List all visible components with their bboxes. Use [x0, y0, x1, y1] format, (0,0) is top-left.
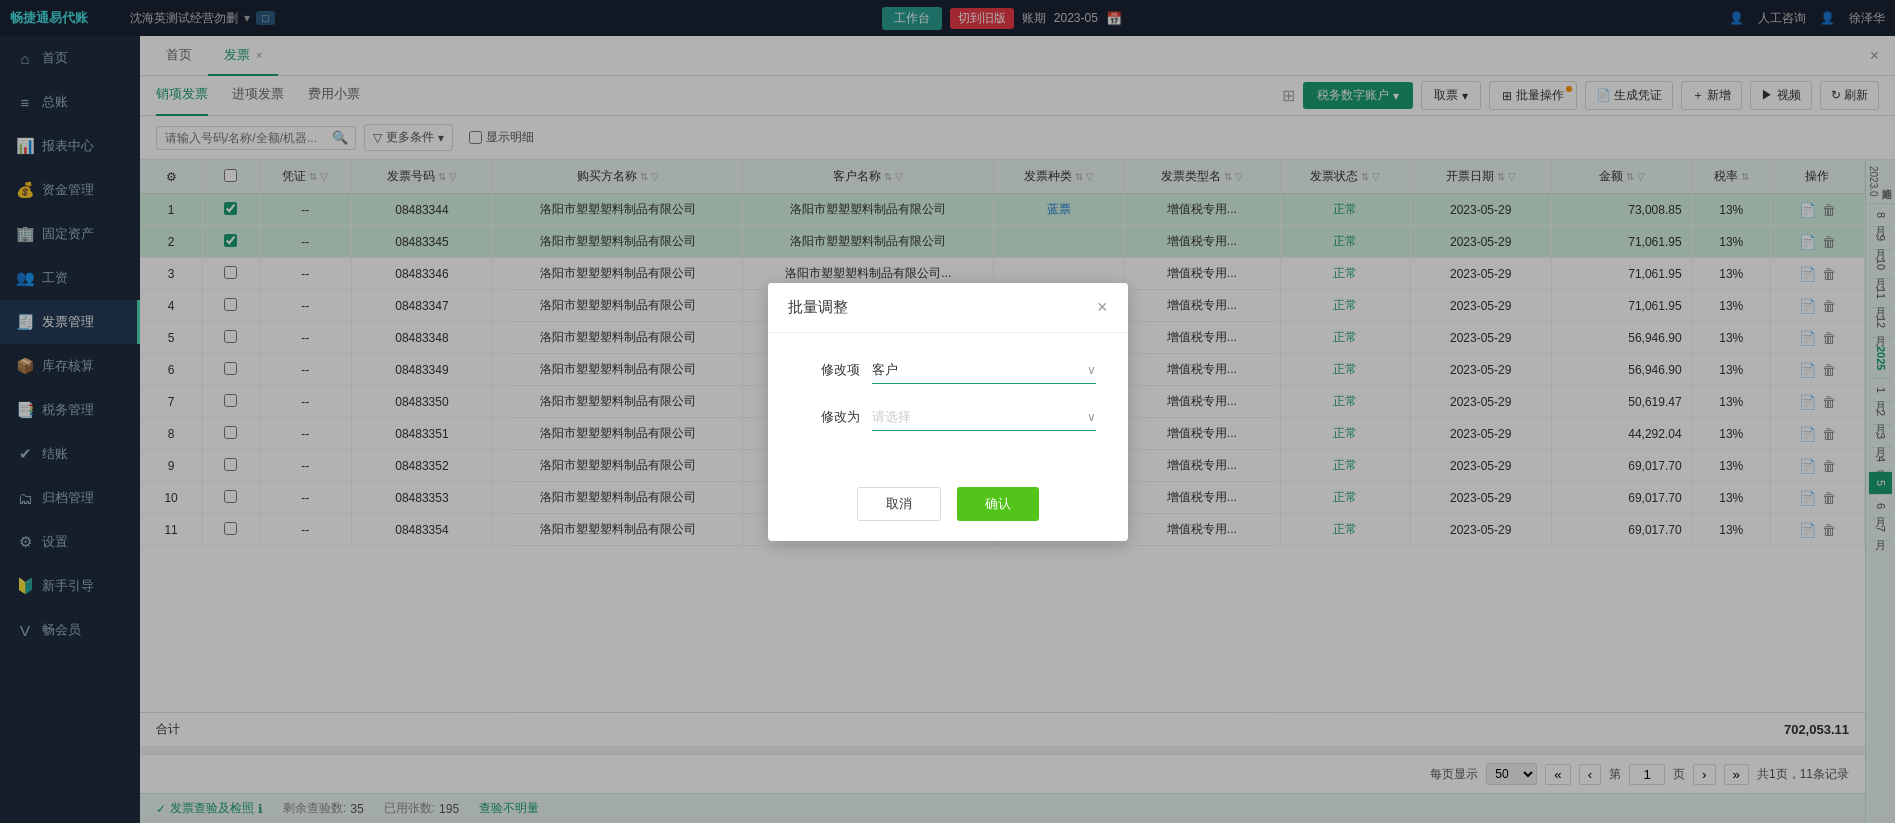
batch-adjust-modal: 批量调整 × 修改项 客户 ∨ 修改为 请选择 ∨ 取消 确认 [768, 283, 1128, 541]
modal-body: 修改项 客户 ∨ 修改为 请选择 ∨ [768, 333, 1128, 475]
to-chevron-icon: ∨ [1087, 410, 1096, 424]
form-to-placeholder: 请选择 [872, 408, 911, 426]
form-row-field: 修改项 客户 ∨ [800, 357, 1096, 384]
modal-footer: 取消 确认 [768, 475, 1128, 541]
form-field-value: 客户 [872, 361, 898, 379]
field-chevron-icon: ∨ [1087, 363, 1096, 377]
form-to-select[interactable]: 请选择 ∨ [872, 404, 1096, 431]
modal-overlay[interactable]: 批量调整 × 修改项 客户 ∨ 修改为 请选择 ∨ 取消 确认 [0, 0, 1895, 823]
form-field-label: 修改项 [800, 361, 860, 379]
form-field-select[interactable]: 客户 ∨ [872, 357, 1096, 384]
modal-title: 批量调整 [788, 298, 848, 317]
modal-cancel-btn[interactable]: 取消 [857, 487, 941, 521]
modal-confirm-btn[interactable]: 确认 [957, 487, 1039, 521]
form-to-label: 修改为 [800, 408, 860, 426]
modal-header: 批量调整 × [768, 283, 1128, 333]
form-row-to: 修改为 请选择 ∨ [800, 404, 1096, 431]
modal-close-btn[interactable]: × [1097, 297, 1108, 318]
